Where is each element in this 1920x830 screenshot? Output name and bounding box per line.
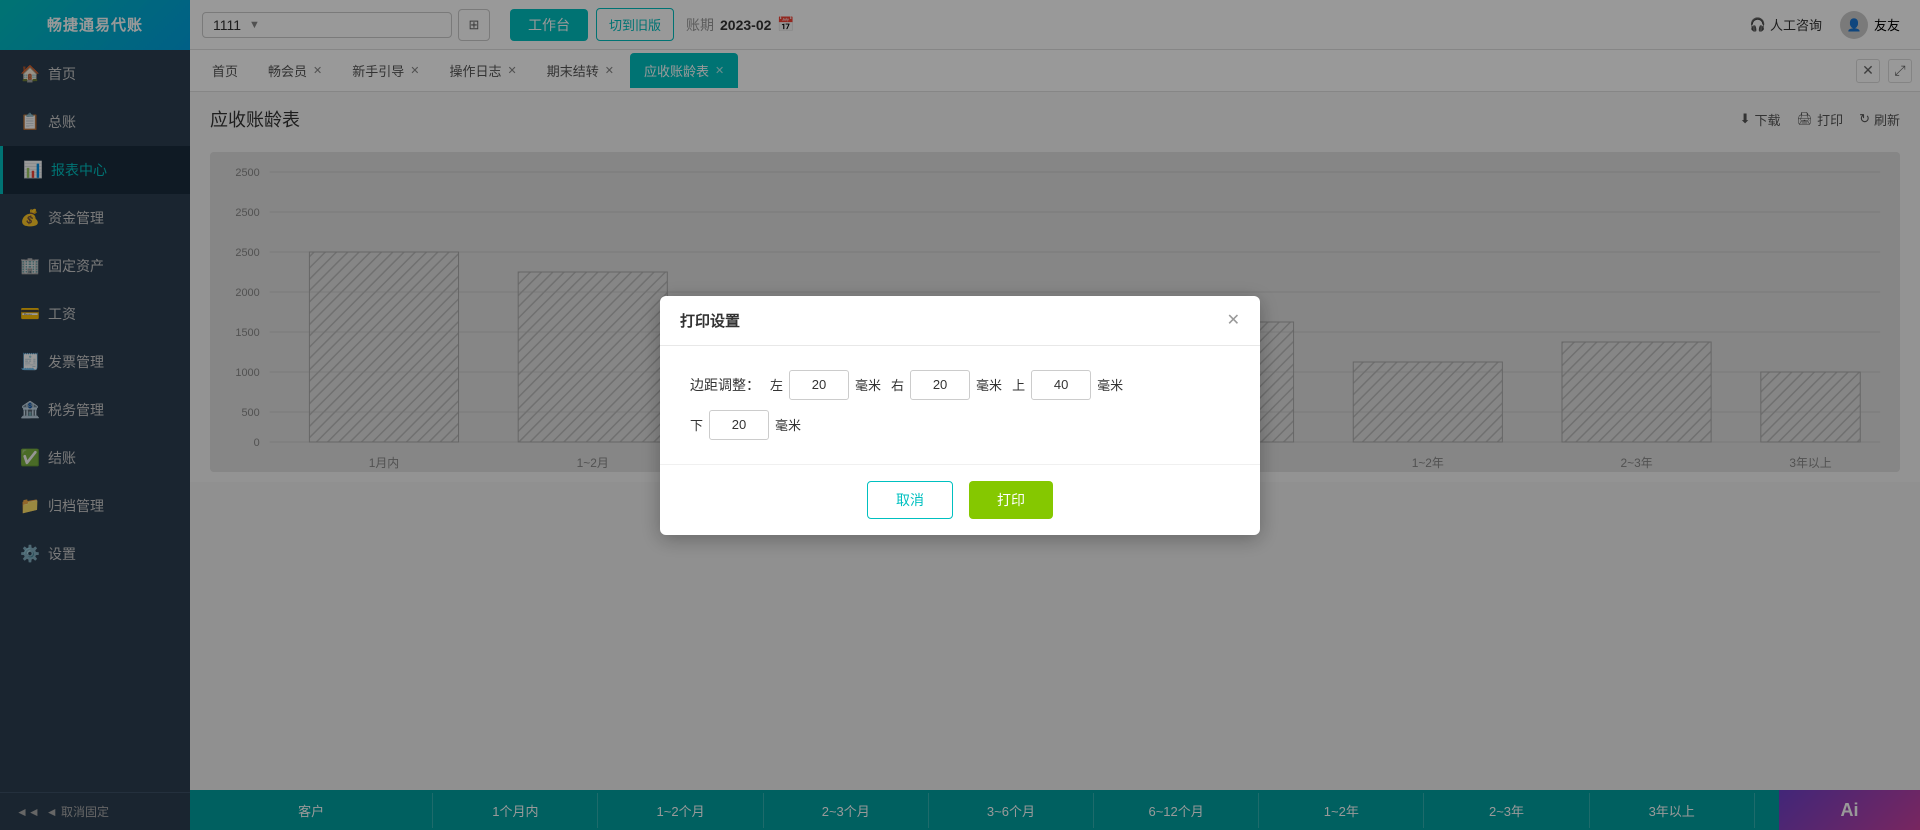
dialog-footer: 取消 打印 [660, 464, 1260, 535]
bottom-prefix: 下 [690, 415, 703, 434]
top-margin-group: 上 毫米 [1012, 370, 1123, 400]
top-prefix: 上 [1012, 375, 1025, 394]
dialog-header: 打印设置 ✕ [660, 296, 1260, 346]
top-unit: 毫米 [1097, 375, 1123, 394]
dialog-title: 打印设置 [680, 310, 740, 331]
bottom-margin-group: 下 毫米 [690, 410, 801, 440]
right-unit: 毫米 [976, 375, 1002, 394]
dialog-body: 边距调整： 左 毫米 右 毫米 上 毫米 下 [660, 346, 1260, 464]
left-margin-input[interactable] [789, 370, 849, 400]
left-unit: 毫米 [855, 375, 881, 394]
left-prefix: 左 [770, 375, 783, 394]
margin-form-row: 边距调整： 左 毫米 右 毫米 上 毫米 下 [690, 370, 1230, 440]
right-margin-input[interactable] [910, 370, 970, 400]
dialog-overlay: 打印设置 ✕ 边距调整： 左 毫米 右 毫米 上 毫米 [0, 0, 1920, 830]
right-prefix: 右 [891, 375, 904, 394]
confirm-print-button[interactable]: 打印 [969, 481, 1053, 519]
margin-label: 边距调整： [690, 375, 760, 395]
bottom-unit: 毫米 [775, 415, 801, 434]
bottom-margin-input[interactable] [709, 410, 769, 440]
cancel-button[interactable]: 取消 [867, 481, 953, 519]
left-margin-group: 左 毫米 [770, 370, 881, 400]
print-settings-dialog: 打印设置 ✕ 边距调整： 左 毫米 右 毫米 上 毫米 [660, 296, 1260, 535]
dialog-close-button[interactable]: ✕ [1227, 310, 1240, 330]
top-margin-input[interactable] [1031, 370, 1091, 400]
right-margin-group: 右 毫米 [891, 370, 1002, 400]
